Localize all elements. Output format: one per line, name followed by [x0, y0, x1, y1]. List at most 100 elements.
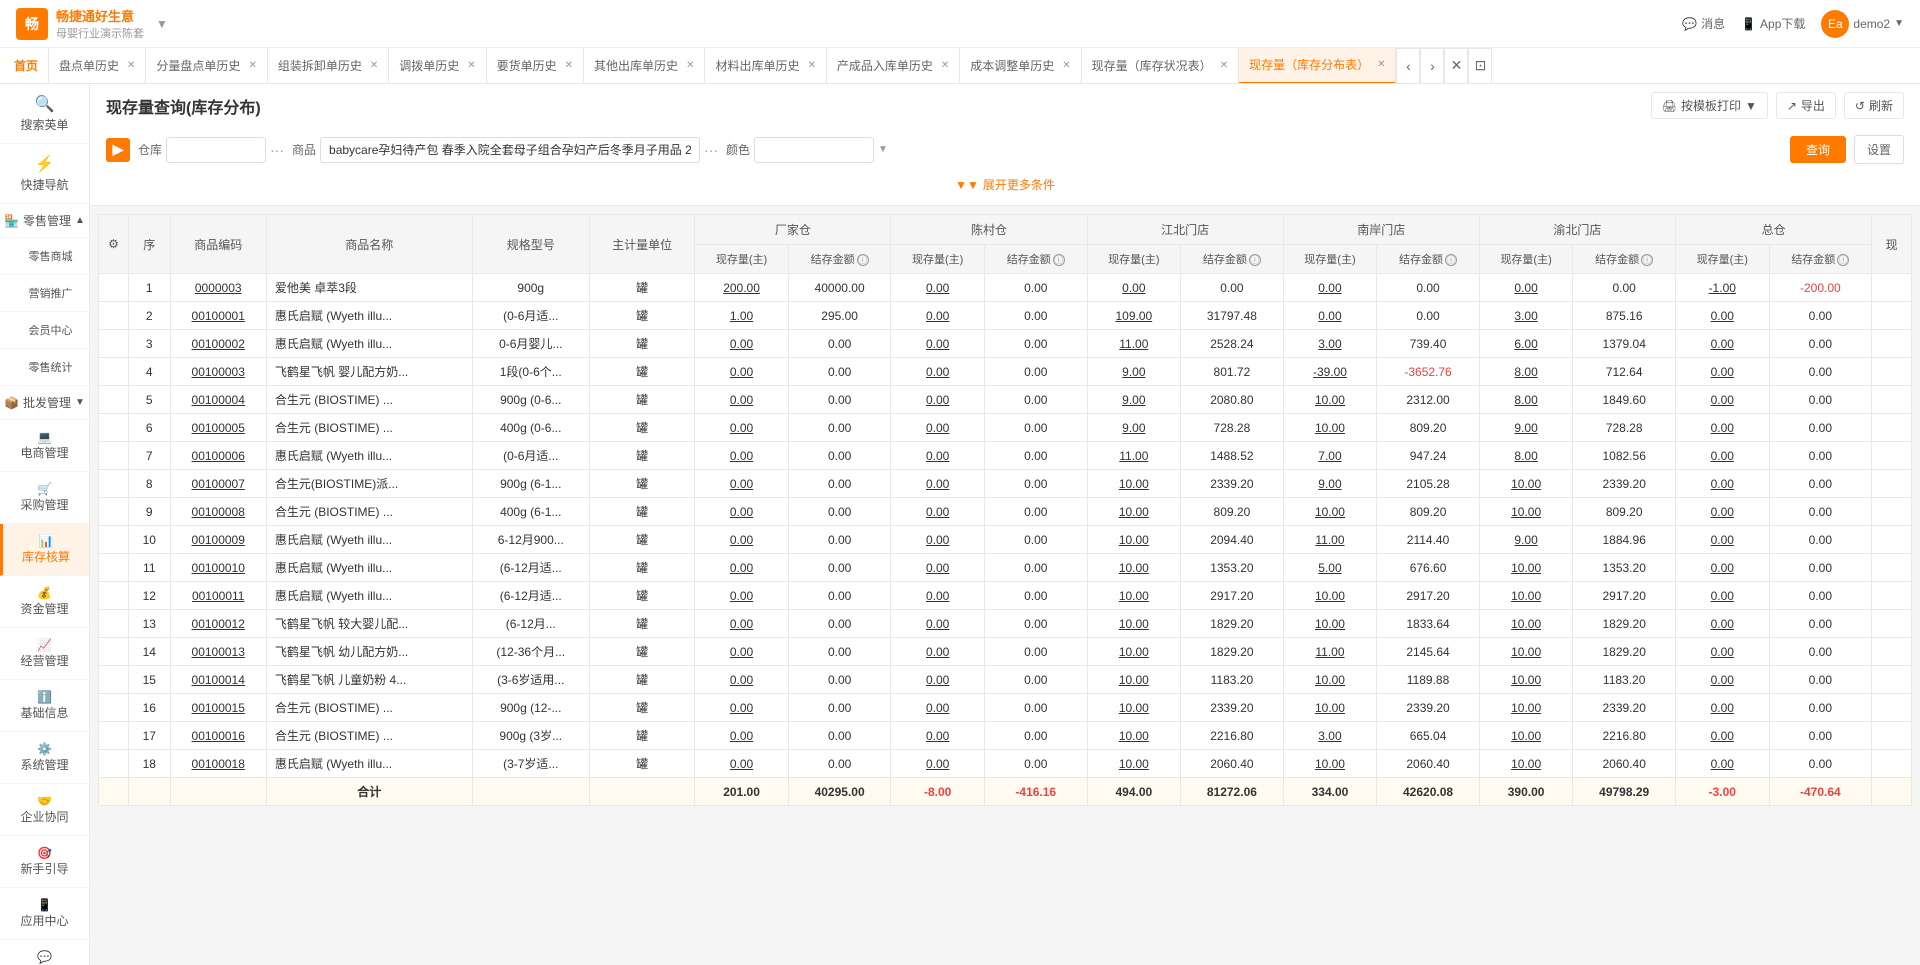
no-col-header: 序: [129, 215, 171, 274]
sidebar-item-app-center[interactable]: 📱 应用中心: [0, 888, 89, 940]
goods-label: 商品: [292, 141, 316, 158]
nanan-stock-header: 现存量(主): [1283, 245, 1377, 274]
sidebar-item-marketing[interactable]: 营销推广: [0, 275, 89, 312]
chencun-amount-info-icon[interactable]: ⓘ: [1053, 254, 1065, 266]
refresh-btn[interactable]: ↺ 刷新: [1844, 92, 1904, 119]
message-btn[interactable]: 💬 消息: [1682, 15, 1725, 32]
tab-close-2[interactable]: ✕: [248, 60, 256, 71]
setting-btn[interactable]: 设置: [1854, 135, 1904, 164]
warehouse-more-icon[interactable]: ···: [270, 142, 284, 158]
goods-more-icon[interactable]: ···: [704, 142, 718, 158]
query-btn[interactable]: 查询: [1790, 136, 1846, 163]
wholesale-icon: 📦: [4, 396, 19, 410]
sidebar-item-members[interactable]: 会员中心: [0, 312, 89, 349]
avatar: Ea: [1821, 10, 1849, 38]
tab-other-outbound[interactable]: 其他出库单历史 ✕: [584, 48, 705, 84]
sidebar-item-retail-shop[interactable]: 零售商城: [0, 238, 89, 275]
tab-transfer[interactable]: 调拨单历史 ✕: [389, 48, 486, 84]
logo-subtitle: 母婴行业演示陈套: [56, 25, 144, 41]
sidebar-item-purchase[interactable]: 🛒 采购管理: [0, 472, 89, 524]
sidebar-item-inventory[interactable]: 📊 库存核算: [0, 524, 89, 576]
warehouse-input[interactable]: [166, 137, 266, 163]
name-col-header: 商品名称: [266, 215, 472, 274]
sidebar-item-operations[interactable]: 📈 经营管理: [0, 628, 89, 680]
factory-amount-info-icon[interactable]: ⓘ: [857, 254, 869, 266]
tab-close-7[interactable]: ✕: [807, 60, 815, 71]
retail-icon: 🏪: [4, 214, 19, 228]
table-scroll[interactable]: ⚙ 序 商品编码 商品名称 规格型号 主计量单位 厂家仓 陈村仓 江北门店 南岸…: [98, 214, 1912, 806]
tab-stock-distribution[interactable]: 现存量（库存分布表） ✕: [1239, 48, 1396, 84]
tab-close-10[interactable]: ✕: [1220, 60, 1228, 71]
factory-stock-header: 现存量(主): [695, 245, 789, 274]
tab-expand-btn[interactable]: ⊡: [1468, 48, 1492, 84]
tab-stock-status[interactable]: 现存量（库存状况表） ✕: [1082, 48, 1239, 84]
goods-input[interactable]: [320, 137, 700, 163]
sidebar-item-finance[interactable]: 💰 资金管理: [0, 576, 89, 628]
tab-close-3[interactable]: ✕: [370, 60, 378, 71]
total-amount-info-icon[interactable]: ⓘ: [1837, 254, 1849, 266]
tab-next-btn[interactable]: ›: [1420, 48, 1444, 84]
retail-arrow-icon: ▲: [75, 215, 85, 226]
filter-expand-btn[interactable]: ▶: [106, 138, 130, 162]
purchase-icon: 🛒: [0, 482, 89, 496]
tab-close-4[interactable]: ✕: [467, 60, 475, 71]
color-input[interactable]: [754, 137, 874, 163]
jiangbei-amount-info-icon[interactable]: ⓘ: [1249, 254, 1261, 266]
tab-cost-adjust[interactable]: 成本调整单历史 ✕: [960, 48, 1081, 84]
jiangbei-stock-header: 现存量(主): [1087, 245, 1181, 274]
settings-col-header[interactable]: ⚙: [99, 215, 129, 274]
tab-product-inbound[interactable]: 产成品入库单历史 ✕: [827, 48, 960, 84]
top-bar: 畅 畅捷通好生意 母婴行业演示陈套 ▼ 💬 消息 📱 App下载 Ea demo…: [0, 0, 1920, 48]
sidebar-item-retail-stats[interactable]: 零售统计: [0, 349, 89, 386]
sidebar-item-system[interactable]: ⚙️ 系统管理: [0, 732, 89, 784]
user-menu[interactable]: Ea demo2 ▼: [1821, 10, 1904, 38]
tab-close-9[interactable]: ✕: [1062, 60, 1070, 71]
tab-close-8[interactable]: ✕: [941, 60, 949, 71]
app-download-btn[interactable]: 📱 App下载: [1741, 15, 1805, 32]
tab-requisition[interactable]: 要货单历史 ✕: [487, 48, 584, 84]
tab-close-1[interactable]: ✕: [127, 60, 135, 71]
print-btn[interactable]: 🖨 按模板打印 ▼: [1651, 92, 1768, 119]
sidebar-item-basic-info[interactable]: ℹ️ 基础信息: [0, 680, 89, 732]
tab-assembly[interactable]: 组装拆卸单历史 ✕: [268, 48, 389, 84]
logo-area: 畅 畅捷通好生意 母婴行业演示陈套 ▼: [16, 6, 168, 41]
chencun-warehouse-header: 陈村仓: [891, 215, 1087, 245]
finance-icon: 💰: [0, 586, 89, 600]
sidebar-item-wholesale[interactable]: 📦 批发管理 ▼: [0, 386, 89, 420]
sidebar-item-wechat[interactable]: 💬 企业微信: [0, 940, 89, 965]
app-icon: 📱: [1741, 17, 1756, 31]
guide-icon: 🎯: [0, 846, 89, 860]
tab-material-outbound[interactable]: 材料出库单历史 ✕: [705, 48, 826, 84]
color-dropdown-icon[interactable]: ▼: [878, 144, 888, 155]
expand-more-btn[interactable]: ▼▼ 展开更多条件: [955, 176, 1055, 193]
tab-close-5[interactable]: ✕: [565, 60, 573, 71]
tab-home[interactable]: 首页: [4, 48, 49, 84]
export-btn[interactable]: ↗ 导出: [1776, 92, 1836, 119]
nanan-amount-info-icon[interactable]: ⓘ: [1445, 254, 1457, 266]
goods-filter: 商品 ···: [292, 137, 718, 163]
filter-expand-row: ▼▼ 展开更多条件: [106, 172, 1904, 197]
yubei-amount-info-icon[interactable]: ⓘ: [1641, 254, 1653, 266]
logo-title: 畅捷通好生意: [56, 6, 144, 25]
table-row: 700100006惠氏启赋 (Wyeth illu...(0-6月适...罐0.…: [99, 442, 1912, 470]
tab-close-all-btn[interactable]: ✕: [1444, 48, 1468, 84]
sidebar-item-search[interactable]: 🔍 搜索英单: [0, 84, 89, 144]
tab-partial-inventory[interactable]: 分量盘点单历史 ✕: [146, 48, 267, 84]
dropdown-icon[interactable]: ▼: [156, 17, 168, 31]
tab-close-6[interactable]: ✕: [686, 60, 694, 71]
sidebar-item-nav[interactable]: ⚡ 快捷导航: [0, 144, 89, 204]
unit-col-header: 主计量单位: [589, 215, 694, 274]
export-icon: ↗: [1787, 99, 1797, 113]
table-row: 10000003爱他美 卓萃3段900g罐200.0040000.000.000…: [99, 274, 1912, 302]
sidebar-item-retail-mgmt[interactable]: 🏪 零售管理 ▲: [0, 204, 89, 238]
tab-close-11[interactable]: ✕: [1377, 59, 1385, 70]
warehouse-label: 仓库: [138, 141, 162, 158]
yubei-amount-header: 结存金额ⓘ: [1573, 245, 1676, 274]
tab-prev-btn[interactable]: ‹: [1396, 48, 1420, 84]
sidebar-item-ecommerce[interactable]: 💻 电商管理: [0, 420, 89, 472]
system-icon: ⚙️: [0, 742, 89, 756]
message-icon: 💬: [1682, 17, 1697, 31]
sidebar-item-enterprise[interactable]: 🤝 企业协同: [0, 784, 89, 836]
sidebar-item-guide[interactable]: 🎯 新手引导: [0, 836, 89, 888]
tab-inventory-check[interactable]: 盘点单历史 ✕: [49, 48, 146, 84]
